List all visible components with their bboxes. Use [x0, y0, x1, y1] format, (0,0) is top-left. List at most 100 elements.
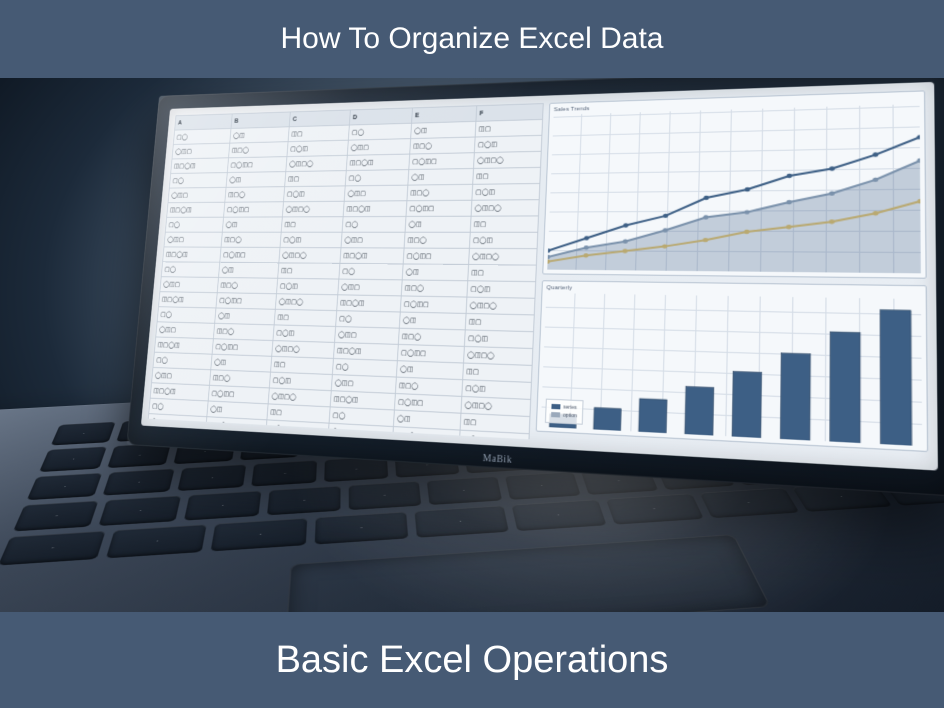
legend-item: option	[551, 411, 577, 420]
spreadsheet-cell: ▢◯◫	[287, 141, 348, 157]
key: ·	[700, 488, 799, 519]
laptop-screen: ABCDEF▢◯◯◫◫▢▢◯◯◫◫▢◯◫▢◫▢◯▢◯◫◯◫▢◫▢◯▢◯◫◫▢◯◫…	[141, 82, 938, 471]
key: ·	[504, 472, 580, 500]
spreadsheet-cell: ▢◯	[149, 399, 207, 417]
spreadsheet-cell: ◫▢	[468, 265, 536, 281]
spreadsheet-cell: ▢◯	[343, 217, 406, 232]
spreadsheet-cell: ▢◯◫	[277, 279, 338, 295]
spreadsheet-cell: ◯◫▢◯	[272, 341, 334, 358]
spreadsheet-cell: ▢◯	[158, 307, 216, 323]
key: ·	[99, 496, 181, 526]
spreadsheet-cell: ◯◫▢	[338, 280, 401, 296]
spreadsheet-cell: ◫▢	[285, 171, 346, 186]
spreadsheet-cell: ◯◫▢	[156, 322, 214, 338]
bar-chart-canvas: seriesoption	[541, 293, 922, 446]
top-title: How To Organize Excel Data	[281, 22, 664, 56]
spreadsheet-cell: ◫▢	[463, 364, 531, 382]
spreadsheet-cell: ◯◫	[406, 217, 471, 232]
spreadsheet-cell: ◫▢◯	[218, 278, 278, 293]
spreadsheet-cell: ◯◫	[219, 263, 278, 278]
spreadsheet-cell: ◯◫▢	[172, 144, 229, 159]
spreadsheet-cell: ◯◫▢	[328, 424, 393, 440]
spreadsheet-cell: ▢◯◫	[475, 136, 542, 152]
bottom-banner: Basic Excel Operations	[0, 612, 944, 708]
spreadsheet-cell: ▢◯◫▢	[209, 386, 269, 404]
spreadsheet-cell: ◯◫▢	[345, 186, 408, 201]
spreadsheet-cell: ◫▢◯	[221, 233, 280, 247]
spreadsheet-cell: ◯◫▢◯	[474, 152, 541, 168]
spreadsheet-cell: ▢◯◫▢	[216, 293, 276, 309]
spreadsheet-cell: ◯◫	[215, 308, 275, 324]
spreadsheet-cell: ◯◫▢◯	[279, 248, 340, 263]
column-header: E	[412, 106, 476, 123]
spreadsheet-cell: ▢◯◫▢	[401, 296, 467, 313]
spreadsheet-cell: ◯◫▢	[348, 139, 410, 155]
spreadsheet-cell: ▢◯◫	[266, 420, 328, 439]
charts-panel: Sales Trends Quarterly seriesoption	[535, 90, 928, 461]
spreadsheet-cell: ◫▢	[275, 310, 337, 326]
bar-chart-legend: seriesoption	[545, 399, 583, 425]
spreadsheet-cell: ▢◯◫▢	[404, 249, 469, 265]
spreadsheet-cell: ◫▢◯	[405, 233, 470, 248]
key: ·	[39, 446, 106, 471]
spreadsheet-cell: ◫▢	[271, 357, 333, 374]
spreadsheet-cell: ◫▢◯◫	[337, 295, 401, 311]
spreadsheet-cell: ▢◯	[162, 262, 220, 277]
spreadsheet-cell: ◯◫	[411, 122, 475, 138]
spreadsheet-cell: ◫▢◯◫	[167, 203, 224, 217]
spreadsheet-cell: ▢◯	[170, 173, 227, 188]
spreadsheet-cell: ▢◯◫▢	[213, 339, 273, 356]
spreadsheet-cell: ◫▢◯	[399, 329, 465, 346]
spreadsheet-cell: ◫▢	[466, 314, 534, 331]
spreadsheet-cell: ◫▢◯◫	[334, 343, 398, 360]
spreadsheet-cell: ◯◫▢◯	[286, 156, 347, 171]
key: ·	[315, 512, 408, 545]
laptop-screen-bezel: ABCDEF▢◯◯◫◫▢▢◯◯◫◫▢◯◫▢◫▢◯▢◯◫◯◫▢◫▢◯▢◯◫◫▢◯◫…	[126, 78, 944, 497]
spreadsheet-cell: ◫▢◯	[229, 142, 288, 157]
key: ·	[183, 491, 261, 521]
laptop: ········································…	[0, 78, 944, 612]
bar-chart: Quarterly seriesoption	[536, 280, 928, 452]
spreadsheet-cell: ◫▢◯◫	[155, 337, 213, 353]
spreadsheet-cell: ◫▢◯◫	[159, 292, 217, 307]
spreadsheet-cell: ◯◫▢	[148, 414, 206, 432]
key: ·	[267, 486, 341, 515]
spreadsheet-cell: ▢◯◫	[470, 233, 537, 248]
spreadsheet-cell: ▢◯◫	[472, 184, 539, 200]
spreadsheet-cell: ▢◯	[349, 124, 411, 140]
top-banner: How To Organize Excel Data	[0, 0, 944, 78]
spreadsheet-cell: ▢◯◫	[462, 380, 531, 399]
spreadsheet-cell: ◫▢◯	[225, 187, 284, 202]
spreadsheet-cell: ◯◫▢◯	[472, 200, 539, 216]
key: ·	[27, 473, 103, 501]
spreadsheet-cell: ◫▢◯	[407, 185, 472, 200]
spreadsheet-cell: ◫▢◯	[214, 324, 274, 340]
spreadsheet-cell: ◯◫▢◯	[269, 388, 331, 406]
spreadsheet-cell: ◯◫▢◯	[462, 397, 531, 416]
spreadsheet-cell: ▢◯◫▢	[409, 153, 474, 169]
line-chart: Sales Trends	[542, 90, 926, 278]
key: ·	[414, 506, 508, 538]
spreadsheet-cell: ▢◯◫▢	[407, 201, 472, 216]
spreadsheet-cell: ◯◫▢◯	[467, 298, 535, 315]
spreadsheet-cell: ▢◯◫▢	[398, 345, 464, 363]
spreadsheet-cell: ▢◯◫	[465, 330, 533, 348]
key: ·	[211, 518, 307, 551]
spreadsheet-cell: ◫▢◯◫	[344, 201, 407, 216]
spreadsheet-cell: ◫▢◯	[210, 370, 270, 387]
column-header: F	[476, 104, 542, 121]
spreadsheet-cell: ◫▢◯◫	[331, 391, 395, 409]
spreadsheet-cell: ◯◫	[230, 127, 289, 142]
spreadsheet-cell: ◯◫	[397, 361, 463, 379]
laptop-brand-label: MaBik	[483, 453, 513, 466]
spreadsheet-cell: ◯◫▢◯	[276, 294, 338, 310]
spreadsheet-cell: ▢◯	[174, 129, 231, 144]
key: ·	[0, 531, 105, 566]
spreadsheet-cell: ▢◯	[166, 218, 223, 232]
spreadsheet-cell: ▢◯◫▢	[220, 248, 279, 263]
spreadsheet-cell: ▢◯	[346, 170, 409, 185]
spreadsheet-cell: ◫▢◯◫	[171, 158, 228, 173]
key: ·	[349, 481, 422, 510]
spreadsheet-cell: ◫▢	[473, 168, 540, 184]
spreadsheet-cell: ◯◫	[408, 169, 473, 185]
